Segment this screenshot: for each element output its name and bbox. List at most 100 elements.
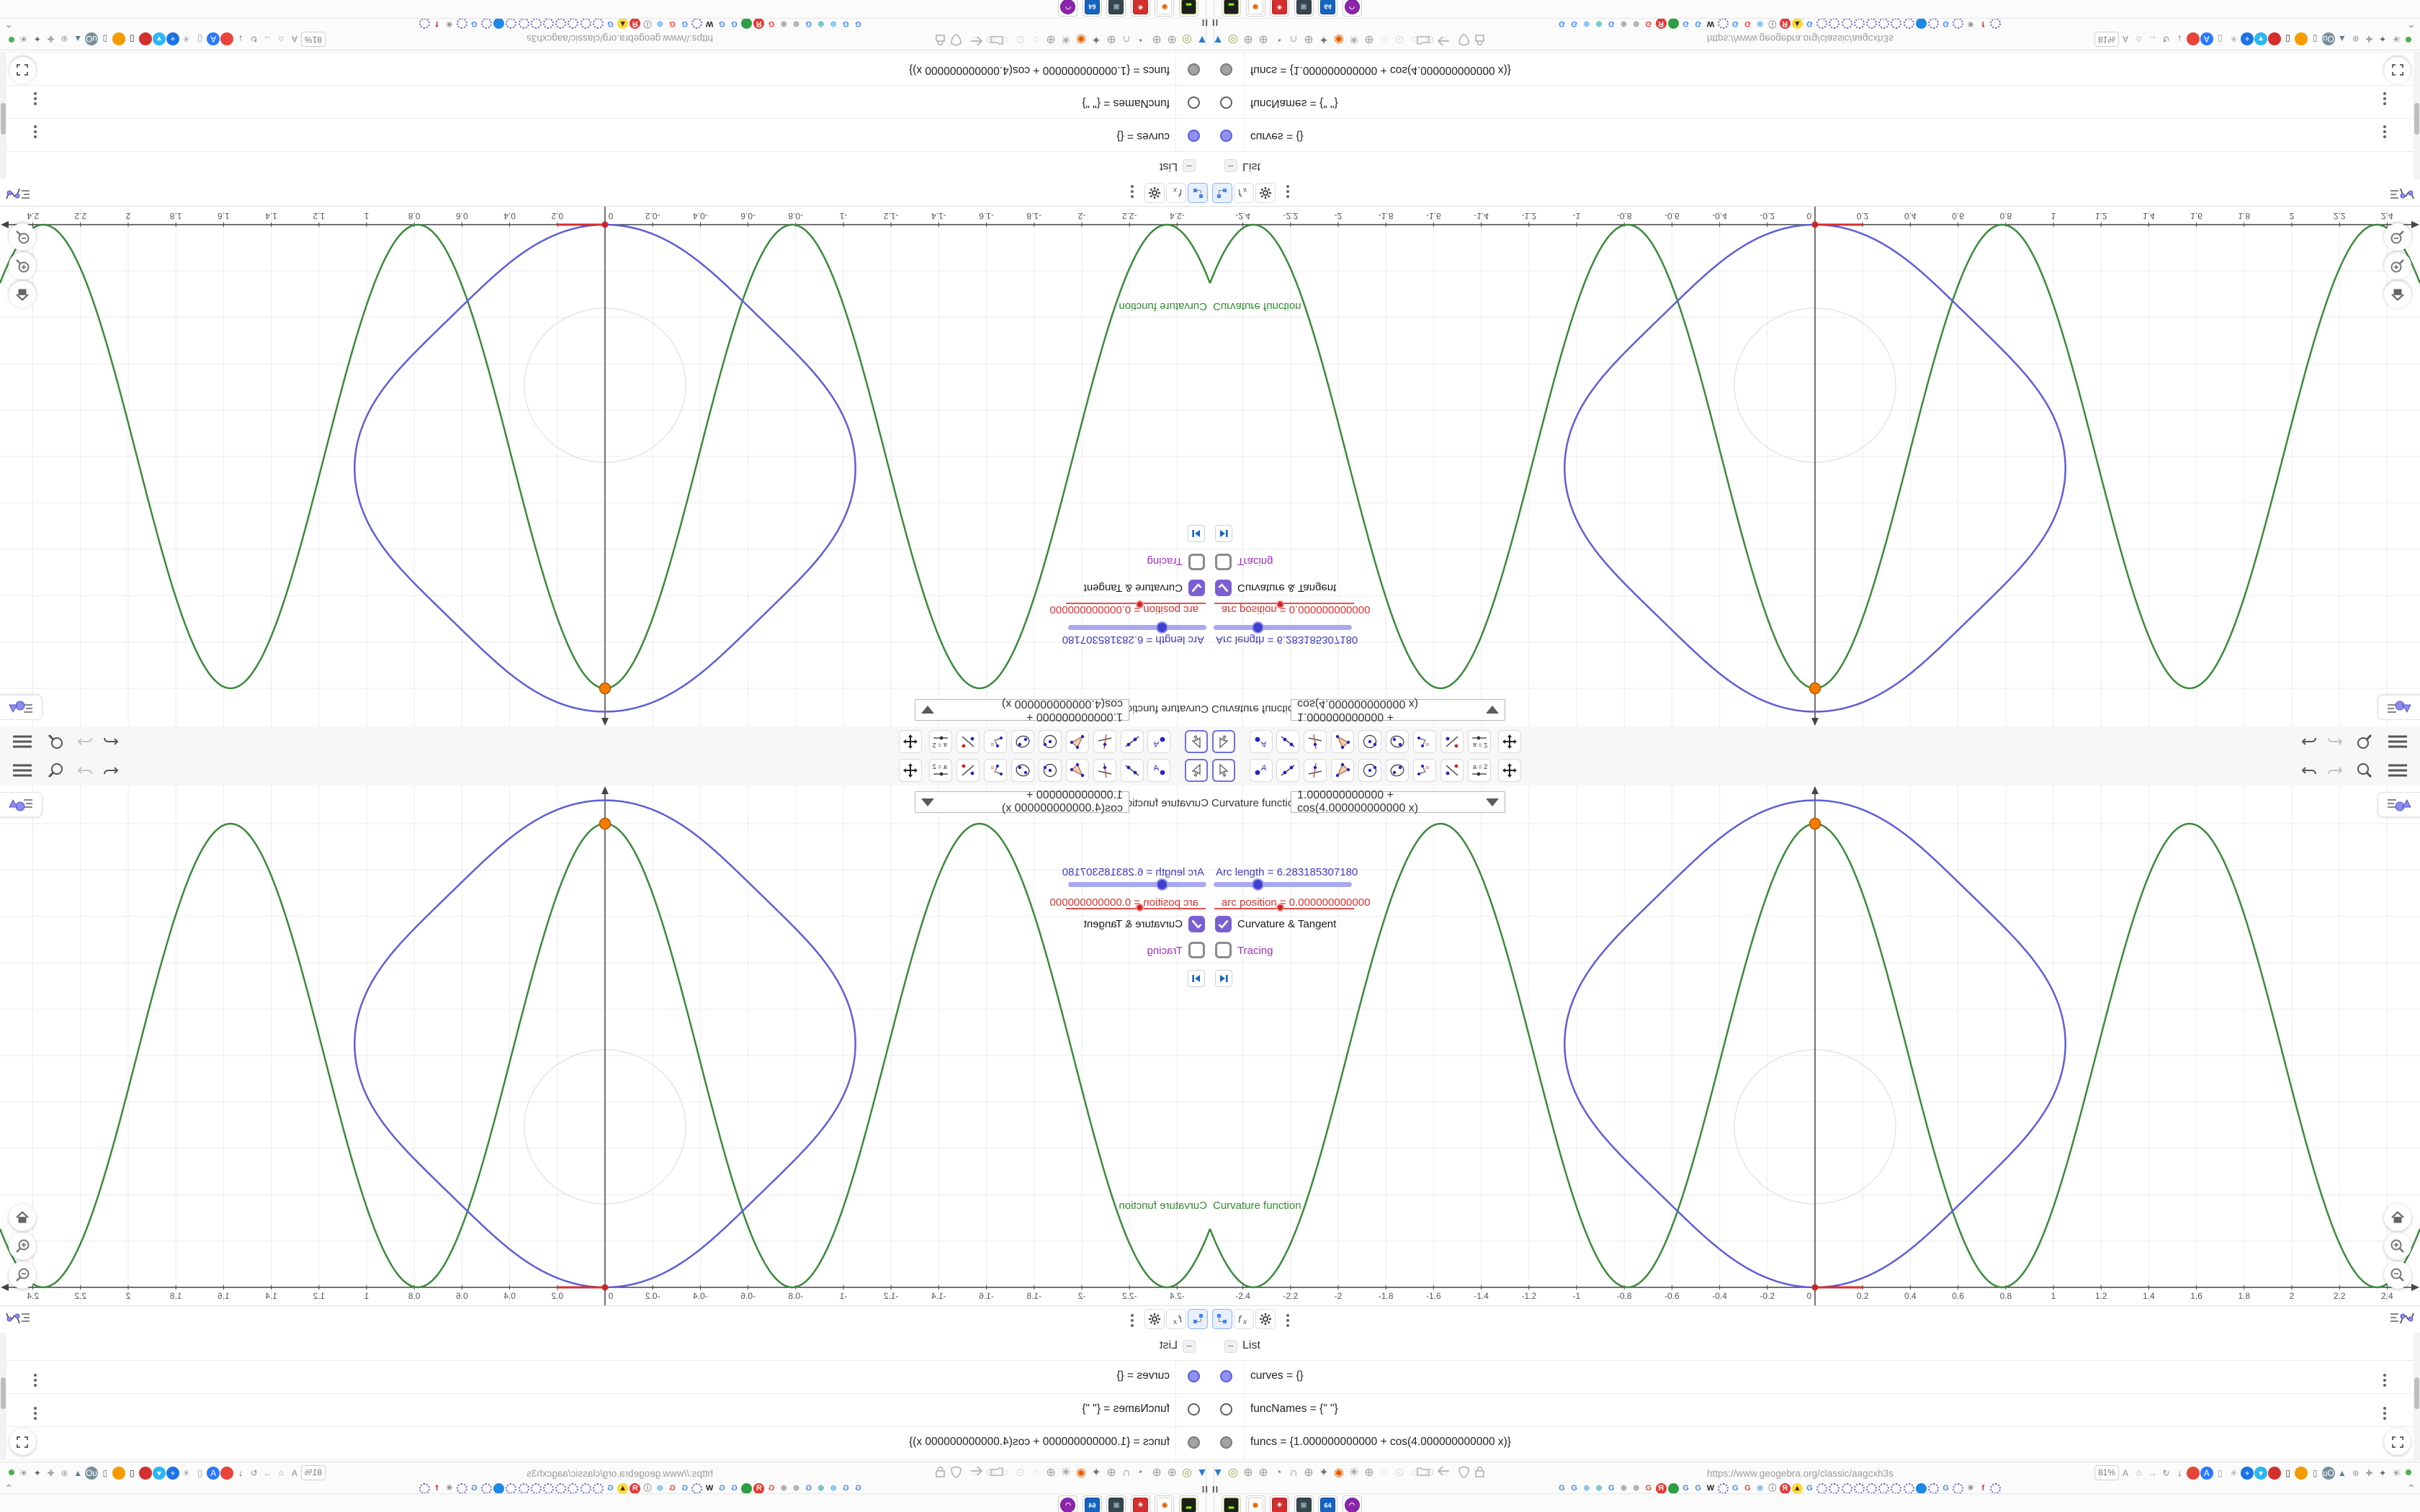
lock-icon[interactable] — [931, 1466, 945, 1480]
app-avatar[interactable]: ◠ — [1342, 1495, 1362, 1512]
algebra-tree-button[interactable] — [1212, 183, 1232, 203]
tool-polygon-button[interactable] — [1331, 759, 1354, 782]
fullscreen-button[interactable] — [9, 57, 36, 84]
tab-globe[interactable]: ⊕ — [1618, 1483, 1629, 1494]
tab-geogebra[interactable] — [1891, 1483, 1902, 1494]
chevron-down-icon[interactable] — [921, 798, 934, 806]
tab-google[interactable]: G — [803, 18, 814, 29]
wrench-icon[interactable]: ✦ — [1317, 1466, 1331, 1480]
zoom-in-button[interactable] — [2384, 1233, 2411, 1260]
folder-icon[interactable] — [1417, 32, 1431, 46]
gear-icon[interactable]: ✳ — [1347, 1466, 1361, 1480]
menu-button[interactable] — [2387, 760, 2408, 780]
tab-geogebra[interactable] — [1878, 1483, 1890, 1494]
trash-icon[interactable]: ▯ — [125, 32, 138, 45]
tab-geogebra[interactable] — [1816, 18, 1828, 29]
download-icon[interactable]: ↓ — [234, 32, 247, 45]
tool-reflect-button[interactable] — [956, 730, 980, 753]
page-url[interactable]: https://www.geogebra.org/classic/aagcxh3… — [526, 33, 713, 44]
algebra-stylebar-toggle[interactable] — [6, 1310, 30, 1328]
algebra-settings-button[interactable] — [1144, 183, 1165, 203]
forward-icon[interactable]: → — [2146, 32, 2159, 45]
translate-blue-icon[interactable]: A — [2200, 1467, 2213, 1480]
globe-icon[interactable]: ⊕ — [1362, 32, 1376, 46]
arc-position-point[interactable] — [601, 1284, 609, 1291]
visibility-toggle[interactable] — [1220, 96, 1232, 109]
tab-globe[interactable]: ⊕ — [655, 18, 666, 29]
tab-globe[interactable]: ⊕ — [791, 1483, 802, 1494]
tab-google[interactable]: G — [1693, 1483, 1703, 1494]
tab-google[interactable]: G — [1569, 1483, 1579, 1494]
tab-geogebra[interactable] — [543, 1483, 554, 1494]
tab-info[interactable]: ⓘ — [642, 1483, 653, 1494]
tool-slider-button[interactable]: a = 2 — [929, 759, 952, 782]
tool-point-button[interactable]: A — [1147, 730, 1170, 753]
tab-globe[interactable]: ⊕ — [1754, 1483, 1765, 1494]
tracing-checkbox[interactable] — [1188, 554, 1205, 570]
tool-reflect-button[interactable] — [956, 759, 980, 782]
trash-icon[interactable]: ▯ — [125, 1467, 138, 1480]
tab-bubble[interactable] — [493, 18, 505, 29]
menu-button[interactable] — [12, 760, 33, 780]
visibility-toggle[interactable] — [1188, 63, 1200, 76]
app-settings-red[interactable]: ✳ — [1270, 0, 1289, 17]
page-url[interactable]: https://www.geogebra.org/classic/aagcxh3… — [1707, 33, 1894, 44]
headset-icon[interactable]: ∩ — [1286, 1466, 1301, 1480]
zoom-level-badge[interactable]: 81% — [301, 1465, 326, 1480]
forward-icon[interactable]: → — [261, 1467, 274, 1480]
algebra-row-funcnames[interactable]: funcNames = {" "} — [1210, 1393, 2420, 1427]
reload-icon[interactable]: ↻ — [248, 32, 261, 45]
tracing-checkbox[interactable] — [1188, 942, 1205, 958]
tab-google[interactable]: G — [1643, 1483, 1654, 1494]
tab-geogebra[interactable] — [1866, 18, 1877, 29]
folder-icon[interactable] — [989, 1466, 1003, 1480]
trash2-icon[interactable]: ▯ — [2308, 1467, 2321, 1480]
back-arrow-icon[interactable] — [1437, 32, 1451, 46]
gear-icon[interactable]: ✳ — [180, 32, 193, 45]
search-button[interactable] — [46, 732, 65, 752]
tab-google[interactable]: G — [1693, 18, 1703, 29]
arc-position-slider[interactable] — [1214, 603, 1354, 604]
translate-icon[interactable]: A — [288, 1467, 301, 1480]
fullscreen-button[interactable] — [2384, 57, 2411, 84]
download-icon[interactable]: ↓ — [234, 1467, 247, 1480]
gear-icon[interactable]: ✳ — [1059, 32, 1073, 46]
algebra-settings-button[interactable] — [1144, 1309, 1165, 1329]
record-icon[interactable] — [139, 1467, 153, 1480]
globe-icon[interactable]: ⊕ — [1150, 1466, 1164, 1480]
pause-icon[interactable]: II — [1201, 17, 1208, 28]
tab-geogebra[interactable] — [1829, 18, 1840, 29]
tracing-checkbox[interactable] — [1215, 554, 1232, 570]
gear-icon[interactable]: ✳ — [2227, 32, 2240, 45]
headset-icon[interactable]: ∩ — [1119, 1466, 1134, 1480]
orange-point[interactable] — [1809, 682, 1821, 695]
shield-down-icon[interactable]: ▾ — [153, 32, 166, 45]
firefox-icon[interactable]: ◉ — [1332, 32, 1346, 46]
algebra-tree-button[interactable] — [1188, 1309, 1208, 1329]
olive-circle-icon[interactable]: ◎ — [1226, 32, 1240, 46]
tab-geogebra[interactable] — [555, 1483, 567, 1494]
step-forward-button[interactable] — [1188, 970, 1205, 987]
globe-icon[interactable]: ⊕ — [1165, 1466, 1179, 1480]
tab-google[interactable]: G — [1730, 1483, 1741, 1494]
tab-wikipedia[interactable]: W — [1705, 18, 1716, 29]
curvature-function-input[interactable]: 1.000000000000 + cos(4.000000000000 x) — [915, 789, 1129, 814]
globe-icon[interactable]: ⊕ — [1150, 32, 1164, 46]
tab-octopus[interactable] — [741, 1483, 753, 1494]
algebra-stylebar-toggle[interactable] — [6, 184, 30, 202]
ublock-icon[interactable]: uO — [2322, 1467, 2335, 1480]
tool-move-button[interactable] — [1212, 730, 1235, 753]
tool-perpendicular-button[interactable] — [1304, 759, 1327, 782]
tool-polygon-button[interactable] — [1331, 730, 1354, 753]
arc-position-point[interactable] — [601, 221, 609, 228]
gauge-icon[interactable]: ◔ — [1134, 1466, 1149, 1480]
globe-icon[interactable]: ⊕ — [1301, 32, 1316, 46]
row-kebab-menu[interactable] — [34, 1405, 37, 1422]
translate-blue-icon[interactable]: A — [207, 1467, 220, 1480]
trash2-icon[interactable]: ▯ — [2308, 32, 2321, 45]
app-settings-red[interactable]: ✳ — [1131, 1495, 1150, 1512]
tool-circle-button[interactable] — [1039, 730, 1062, 753]
tab-globe[interactable]: ⊕ — [791, 18, 802, 29]
row-kebab-menu[interactable] — [2383, 123, 2386, 140]
tab-geogebra[interactable] — [568, 1483, 579, 1494]
